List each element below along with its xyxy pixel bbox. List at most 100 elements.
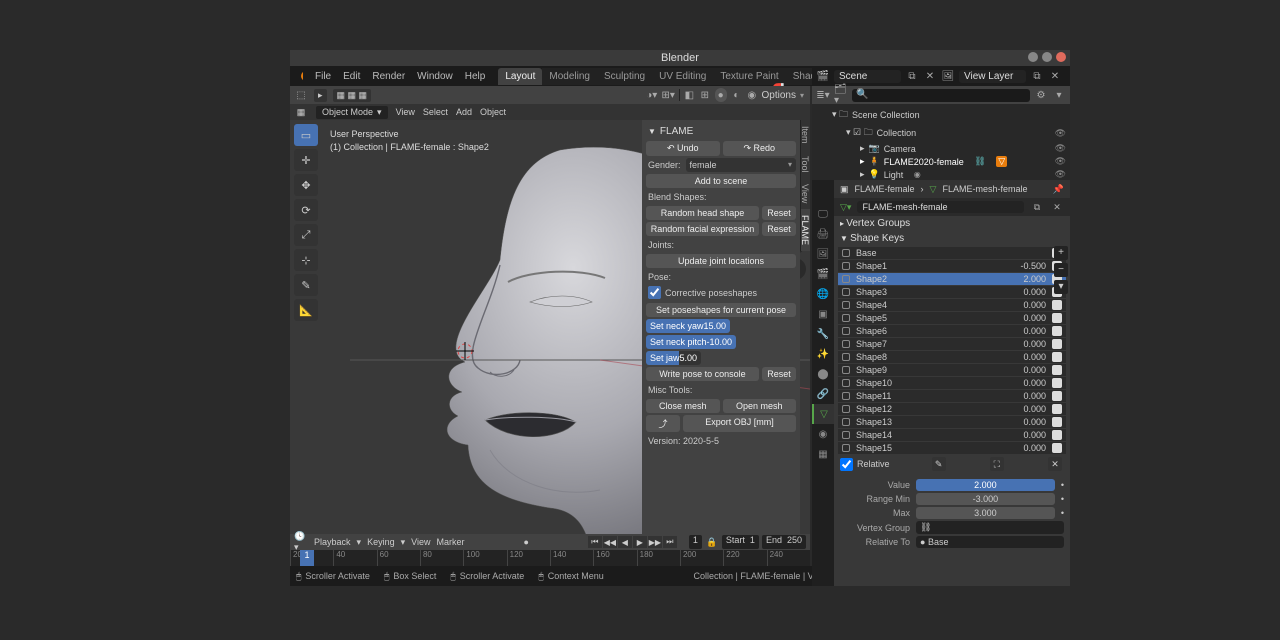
pin-icon[interactable]: 📌 xyxy=(1053,184,1064,195)
tab-sculpting[interactable]: Sculpting xyxy=(597,68,652,85)
flame-panel-header[interactable]: FLAME xyxy=(646,124,796,139)
close-button[interactable] xyxy=(1056,52,1066,62)
eye-icon[interactable]: 👁 xyxy=(1055,128,1066,139)
tool-measure[interactable]: 📐 xyxy=(294,299,318,321)
shape-key-row[interactable]: Shape130.000 xyxy=(838,416,1066,428)
tl-marker[interactable]: Marker xyxy=(436,537,464,547)
gizmo-toggle-icon[interactable]: ◑▾ xyxy=(646,88,657,102)
new-layer-icon[interactable]: ⧉ xyxy=(1030,69,1044,83)
write-pose-button[interactable]: Write pose to console xyxy=(646,367,759,381)
outliner-item-camera[interactable]: ▸ 📷 Camera👁 xyxy=(816,142,1066,155)
ptab-world[interactable]: 🌐 xyxy=(812,284,834,304)
eye-icon[interactable]: 👁 xyxy=(1055,169,1066,180)
ptab-render[interactable]: 🖵 xyxy=(812,204,834,224)
shading-solid-icon[interactable]: ● xyxy=(715,88,727,102)
ptab-data[interactable]: ▽ xyxy=(812,404,834,424)
menu-add[interactable]: Add xyxy=(456,107,472,117)
play-icon[interactable]: ▶ xyxy=(633,536,647,548)
sk-range-max[interactable]: 3.000 xyxy=(916,507,1055,519)
shading-matprev-icon[interactable]: ◐ xyxy=(731,88,742,102)
outliner-mode-icon[interactable]: 🗂▾ xyxy=(834,88,848,102)
delete-scene-icon[interactable]: ✕ xyxy=(923,69,937,83)
outliner-search[interactable]: 🔍 xyxy=(852,89,1030,102)
minimize-button[interactable] xyxy=(1028,52,1038,62)
export-button[interactable]: Export OBJ [mm] xyxy=(683,415,796,432)
menu-select[interactable]: Select xyxy=(423,107,448,117)
vtab-view[interactable]: View xyxy=(800,178,810,209)
unlink-data-icon[interactable]: ✕ xyxy=(1050,200,1064,214)
shape-key-row[interactable]: Shape110.000 xyxy=(838,390,1066,402)
prev-key-icon[interactable]: ◀◀ xyxy=(603,536,617,548)
tool-scale[interactable]: ⤢ xyxy=(294,224,318,246)
shape-key-row[interactable]: Shape90.000 xyxy=(838,364,1066,376)
shape-key-row[interactable]: Shape150.000 xyxy=(838,442,1066,454)
tool-annotate[interactable]: ✎ xyxy=(294,274,318,296)
timeline-editor-icon[interactable]: 🕓▾ xyxy=(294,535,308,549)
shape-key-row[interactable]: Shape60.000 xyxy=(838,325,1066,337)
close-mesh-button[interactable]: Close mesh xyxy=(646,399,720,413)
editor-type-icon[interactable]: ⬚ xyxy=(294,88,308,102)
reset-pose-button[interactable]: Reset xyxy=(762,367,796,381)
timeline-ruler[interactable]: 1 20 40 60 80 100 120 140 160 180 200 22… xyxy=(290,550,810,566)
sk-close-icon[interactable]: ✕ xyxy=(1048,457,1062,471)
frame-current[interactable]: 1 xyxy=(689,535,702,549)
shape-key-row[interactable]: Shape80.000 xyxy=(838,351,1066,363)
random-face-button[interactable]: Random facial expression xyxy=(646,222,759,236)
shape-key-row[interactable]: Shape1-0.500 xyxy=(838,260,1066,272)
scene-field[interactable]: Scene xyxy=(834,70,901,83)
tool-select-box[interactable]: ▭ xyxy=(294,124,318,146)
menu-edit[interactable]: Edit xyxy=(338,71,365,82)
set-poseshapes-button[interactable]: Set poseshapes for current pose xyxy=(646,303,796,317)
ptab-modifier[interactable]: 🔧 xyxy=(812,324,834,344)
ptab-physics[interactable]: ⬤ xyxy=(812,364,834,384)
sk-mute-icon[interactable]: ⛶ xyxy=(990,457,1004,471)
jump-end-icon[interactable]: ⏭ xyxy=(663,536,677,548)
autokey-icon[interactable]: ● xyxy=(519,535,533,549)
shape-key-row[interactable]: Shape30.000 xyxy=(838,286,1066,298)
delete-layer-icon[interactable]: ✕ xyxy=(1048,69,1062,83)
shape-key-row[interactable]: Shape100.000 xyxy=(838,377,1066,389)
tab-modeling[interactable]: Modeling xyxy=(542,68,597,85)
outliner-new-collection-icon[interactable]: ▾ xyxy=(1052,88,1066,102)
corrective-check[interactable]: Corrective poseshapes xyxy=(646,284,796,301)
frame-start[interactable]: Start 1 xyxy=(722,535,759,549)
outliner-item-flame[interactable]: ▸ 🧍 FLAME2020-female ⛓ ▽👁 xyxy=(816,155,1066,168)
open-mesh-button[interactable]: Open mesh xyxy=(723,399,797,413)
ptab-particle[interactable]: ✨ xyxy=(812,344,834,364)
outliner-collection[interactable]: ▾ ☑ 🗀 Collection👁 xyxy=(816,124,1066,142)
vtab-flame[interactable]: FLAME xyxy=(800,209,810,251)
shape-keys-section[interactable]: Shape Keys xyxy=(834,231,1070,246)
new-data-icon[interactable]: ⧉ xyxy=(1030,200,1044,214)
sk-vgroup[interactable]: ⛓ xyxy=(916,521,1064,534)
tool-transform[interactable]: ⊹ xyxy=(294,249,318,271)
ptab-constraint[interactable]: 🔗 xyxy=(812,384,834,404)
tl-playback[interactable]: Playback xyxy=(314,537,351,547)
tab-uv[interactable]: UV Editing xyxy=(652,68,713,85)
outliner-filter-icon[interactable]: ⚙ xyxy=(1034,88,1048,102)
sk-range-min[interactable]: -3.000 xyxy=(916,493,1055,505)
undo-button[interactable]: ↶ Undo xyxy=(646,141,720,156)
export-icon[interactable]: ⤴ xyxy=(646,415,680,432)
menu-view[interactable]: View xyxy=(396,107,415,117)
mode-select[interactable]: Object Mode▾ xyxy=(316,106,388,119)
tl-keying[interactable]: Keying xyxy=(367,537,395,547)
shape-key-row[interactable]: Shape40.000 xyxy=(838,299,1066,311)
shape-key-row[interactable]: Shape140.000 xyxy=(838,429,1066,441)
cursor-tool-icon[interactable]: ▸ xyxy=(314,89,327,102)
reset-face-button[interactable]: Reset xyxy=(762,222,796,236)
ptab-output[interactable]: 🖨 xyxy=(812,224,834,244)
sk-relative-to[interactable]: ● Base xyxy=(916,536,1064,548)
play-rev-icon[interactable]: ◀ xyxy=(618,536,632,548)
neck-pitch-slider[interactable]: Set neck pitch-10.00 xyxy=(646,335,736,349)
tab-layout[interactable]: Layout xyxy=(498,68,542,85)
sk-add-icon[interactable]: + xyxy=(1054,246,1068,260)
tab-texture[interactable]: Texture Paint xyxy=(713,68,785,85)
gender-select[interactable]: female▾ xyxy=(686,158,796,172)
lock-range-icon[interactable]: 🔒 xyxy=(705,535,719,549)
xray-icon[interactable]: ◧ xyxy=(684,88,695,102)
menu-help[interactable]: Help xyxy=(460,71,491,82)
vtab-item[interactable]: Item xyxy=(800,120,810,150)
maximize-button[interactable] xyxy=(1042,52,1052,62)
menu-object[interactable]: Object xyxy=(480,107,506,117)
ptab-viewlayer[interactable]: 🖼 xyxy=(812,244,834,264)
